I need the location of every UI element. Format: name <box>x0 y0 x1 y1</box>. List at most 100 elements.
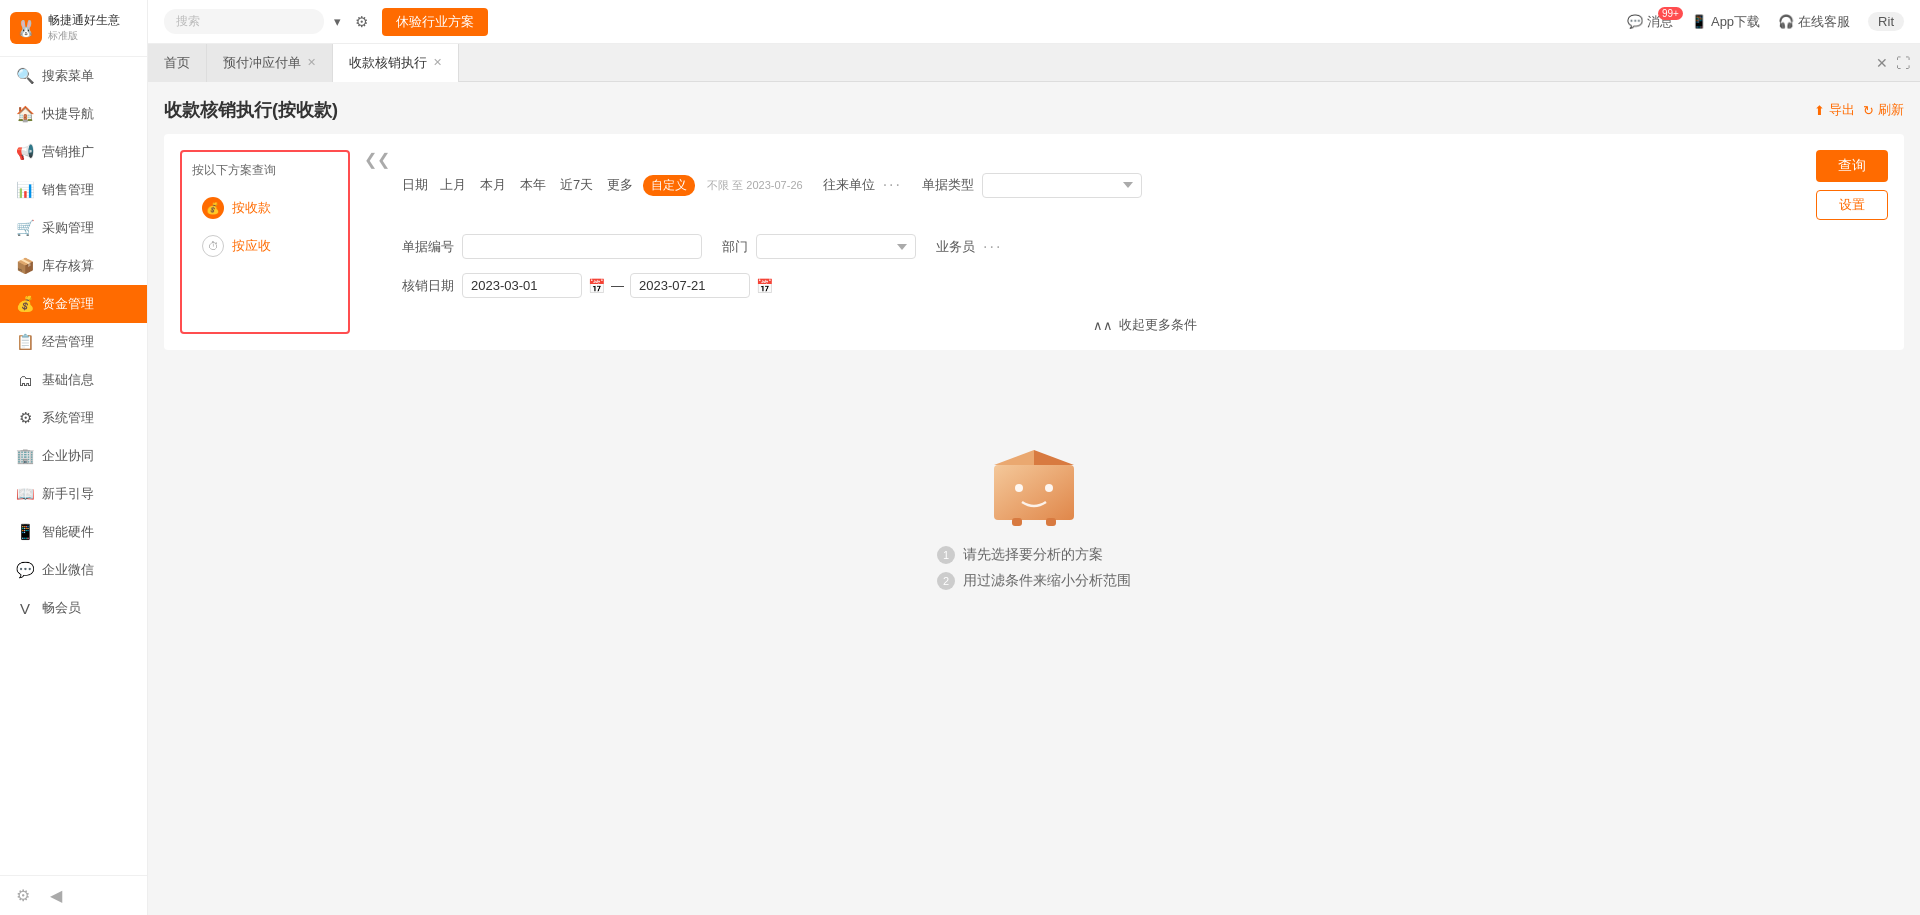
guide-icon: 📖 <box>16 485 34 503</box>
sidebar-item-basic[interactable]: 🗂 基础信息 <box>0 361 147 399</box>
tab-maximize-icon[interactable]: ⛶ <box>1896 55 1910 71</box>
filter-docno-field: 单据编号 <box>402 234 702 259</box>
sidebar-item-search[interactable]: 🔍 搜索菜单 <box>0 57 147 95</box>
tab-prepay[interactable]: 预付冲应付单 ✕ <box>207 44 333 82</box>
operation-icon: 📋 <box>16 333 34 351</box>
sidebar-bottom: ⚙ ◀ <box>0 875 147 915</box>
collapse-sidebar-icon[interactable]: ◀ <box>50 886 62 905</box>
hardware-icon: 📱 <box>16 523 34 541</box>
topbar-app-download[interactable]: 📱 App下载 <box>1691 13 1760 31</box>
filter-collapse-button[interactable]: ❮❮ <box>364 150 390 334</box>
app-label: App下载 <box>1711 13 1760 31</box>
sidebar-item-hardware[interactable]: 📱 智能硬件 <box>0 513 147 551</box>
topbar-dropdown-icon[interactable]: ▾ <box>334 14 341 29</box>
tab-close-all-icon[interactable]: ✕ <box>1876 55 1888 71</box>
topbar-gear-icon[interactable]: ⚙ <box>355 13 368 31</box>
dept-select[interactable] <box>756 234 916 259</box>
svg-rect-5 <box>1012 518 1022 526</box>
app-icon: 📱 <box>1691 14 1707 29</box>
message-icon: 💬 <box>1627 14 1643 29</box>
partner-label: 往来单位 <box>823 176 875 194</box>
staff-more-icon[interactable]: ··· <box>983 238 1002 256</box>
calendar-from-icon[interactable]: 📅 <box>588 278 605 294</box>
date-tab-7days[interactable]: 近7天 <box>556 174 597 196</box>
date-tab-this-year[interactable]: 本年 <box>516 174 550 196</box>
svg-rect-6 <box>1046 518 1056 526</box>
sidebar-item-label: 智能硬件 <box>42 523 94 541</box>
tab-receivable-close[interactable]: ✕ <box>433 56 442 69</box>
tab-receivable[interactable]: 收款核销执行 ✕ <box>333 44 459 82</box>
tab-prepay-close[interactable]: ✕ <box>307 56 316 69</box>
date-tab-custom[interactable]: 自定义 <box>643 175 695 196</box>
topbar-user-menu[interactable]: Rit <box>1868 12 1904 31</box>
sidebar-item-wechat[interactable]: 💬 企业微信 <box>0 551 147 589</box>
export-button[interactable]: ⬆ 导出 <box>1814 101 1855 119</box>
sidebar-item-finance[interactable]: 💰 资金管理 <box>0 285 147 323</box>
sidebar-item-label: 营销推广 <box>42 143 94 161</box>
filter-verifydate-field: 核销日期 📅 — 📅 <box>402 273 773 298</box>
filter-buttons: 查询 设置 <box>1816 150 1888 220</box>
topbar-message-button[interactable]: 💬 消息 99+ <box>1627 13 1673 31</box>
filter-option-by-receipt[interactable]: 💰 按收款 <box>192 189 338 227</box>
date-tab-more[interactable]: 更多 <box>603 174 637 196</box>
step-2-text: 用过滤条件来缩小分析范围 <box>963 572 1131 590</box>
sidebar-item-label: 畅会员 <box>42 599 81 617</box>
settings-bottom-icon[interactable]: ⚙ <box>16 886 30 905</box>
verify-date-range: 📅 — 📅 <box>462 273 773 298</box>
settings-button[interactable]: 设置 <box>1816 190 1888 220</box>
dept-label: 部门 <box>722 238 748 256</box>
sidebar-item-quick[interactable]: 🏠 快捷导航 <box>0 95 147 133</box>
filter-fields: 日期 上月 本月 本年 近7天 更多 自定义 不限 至 2023-07-26 往… <box>402 150 1888 334</box>
sidebar-item-marketing[interactable]: 📢 营销推广 <box>0 133 147 171</box>
date-tab-prev-month[interactable]: 上月 <box>436 174 470 196</box>
docno-input[interactable] <box>462 234 702 259</box>
sidebar-item-label: 资金管理 <box>42 295 94 313</box>
filter-row-1: 日期 上月 本月 本年 近7天 更多 自定义 不限 至 2023-07-26 往… <box>402 150 1888 220</box>
sidebar-item-sales[interactable]: 📊 销售管理 <box>0 171 147 209</box>
topbar-solution-button[interactable]: 休验行业方案 <box>382 8 488 36</box>
tab-prepay-label: 预付冲应付单 <box>223 54 301 72</box>
home-icon: 🏠 <box>16 105 34 123</box>
svg-marker-2 <box>1034 450 1074 465</box>
date-tab-this-month[interactable]: 本月 <box>476 174 510 196</box>
filter-option-by-receivable[interactable]: ⏱ 按应收 <box>192 227 338 265</box>
topbar: 搜索 ▾ ⚙ 休验行业方案 💬 消息 99+ 📱 App下载 🎧 在线客服 Ri… <box>148 0 1920 44</box>
sidebar-item-vip[interactable]: V 畅会员 <box>0 589 147 627</box>
sidebar-item-purchase[interactable]: 🛒 采购管理 <box>0 209 147 247</box>
svg-point-3 <box>1015 484 1023 492</box>
step-1-text: 请先选择要分析的方案 <box>963 546 1103 564</box>
purchase-icon: 🛒 <box>16 219 34 237</box>
tab-home[interactable]: 首页 <box>148 44 207 82</box>
query-button[interactable]: 查询 <box>1816 150 1888 182</box>
basic-icon: 🗂 <box>16 372 34 389</box>
doctype-select[interactable] <box>982 173 1142 198</box>
collapse-up-icon: ∧∧ <box>1093 318 1113 333</box>
export-label: 导出 <box>1829 101 1855 119</box>
verify-date-to-input[interactable] <box>630 273 750 298</box>
topbar-online-service[interactable]: 🎧 在线客服 <box>1778 13 1850 31</box>
sidebar-item-system[interactable]: ⚙ 系统管理 <box>0 399 147 437</box>
refresh-button[interactable]: ↻ 刷新 <box>1863 101 1904 119</box>
service-icon: 🎧 <box>1778 14 1794 29</box>
sidebar-logo: 🐰 畅捷通好生意 标准版 <box>0 0 147 57</box>
sidebar: 🐰 畅捷通好生意 标准版 🔍 搜索菜单 🏠 快捷导航 📢 营销推广 📊 销售管理… <box>0 0 148 915</box>
empty-svg-icon <box>974 430 1094 530</box>
sidebar-item-inventory[interactable]: 📦 库存核算 <box>0 247 147 285</box>
partner-more-icon[interactable]: ··· <box>883 176 902 194</box>
sidebar-item-enterprise[interactable]: 🏢 企业协同 <box>0 437 147 475</box>
user-name: Rit <box>1878 14 1894 29</box>
page-title: 收款核销执行(按收款) <box>164 98 338 122</box>
collapse-more-conditions[interactable]: ∧∧ 收起更多条件 <box>402 316 1888 334</box>
page-title-bar: 收款核销执行(按收款) ⬆ 导出 ↻ 刷新 <box>164 98 1904 122</box>
sidebar-item-guide[interactable]: 📖 新手引导 <box>0 475 147 513</box>
page-actions: ⬆ 导出 ↻ 刷新 <box>1814 101 1904 119</box>
staff-label: 业务员 <box>936 238 975 256</box>
empty-illustration <box>974 430 1094 530</box>
wechat-icon: 💬 <box>16 561 34 579</box>
sidebar-item-operation[interactable]: 📋 经营管理 <box>0 323 147 361</box>
date-label: 日期 <box>402 176 428 194</box>
filter-doctype-field: 单据类型 <box>922 173 1142 198</box>
calendar-to-icon[interactable]: 📅 <box>756 278 773 294</box>
verify-date-from-input[interactable] <box>462 273 582 298</box>
service-label: 在线客服 <box>1798 13 1850 31</box>
